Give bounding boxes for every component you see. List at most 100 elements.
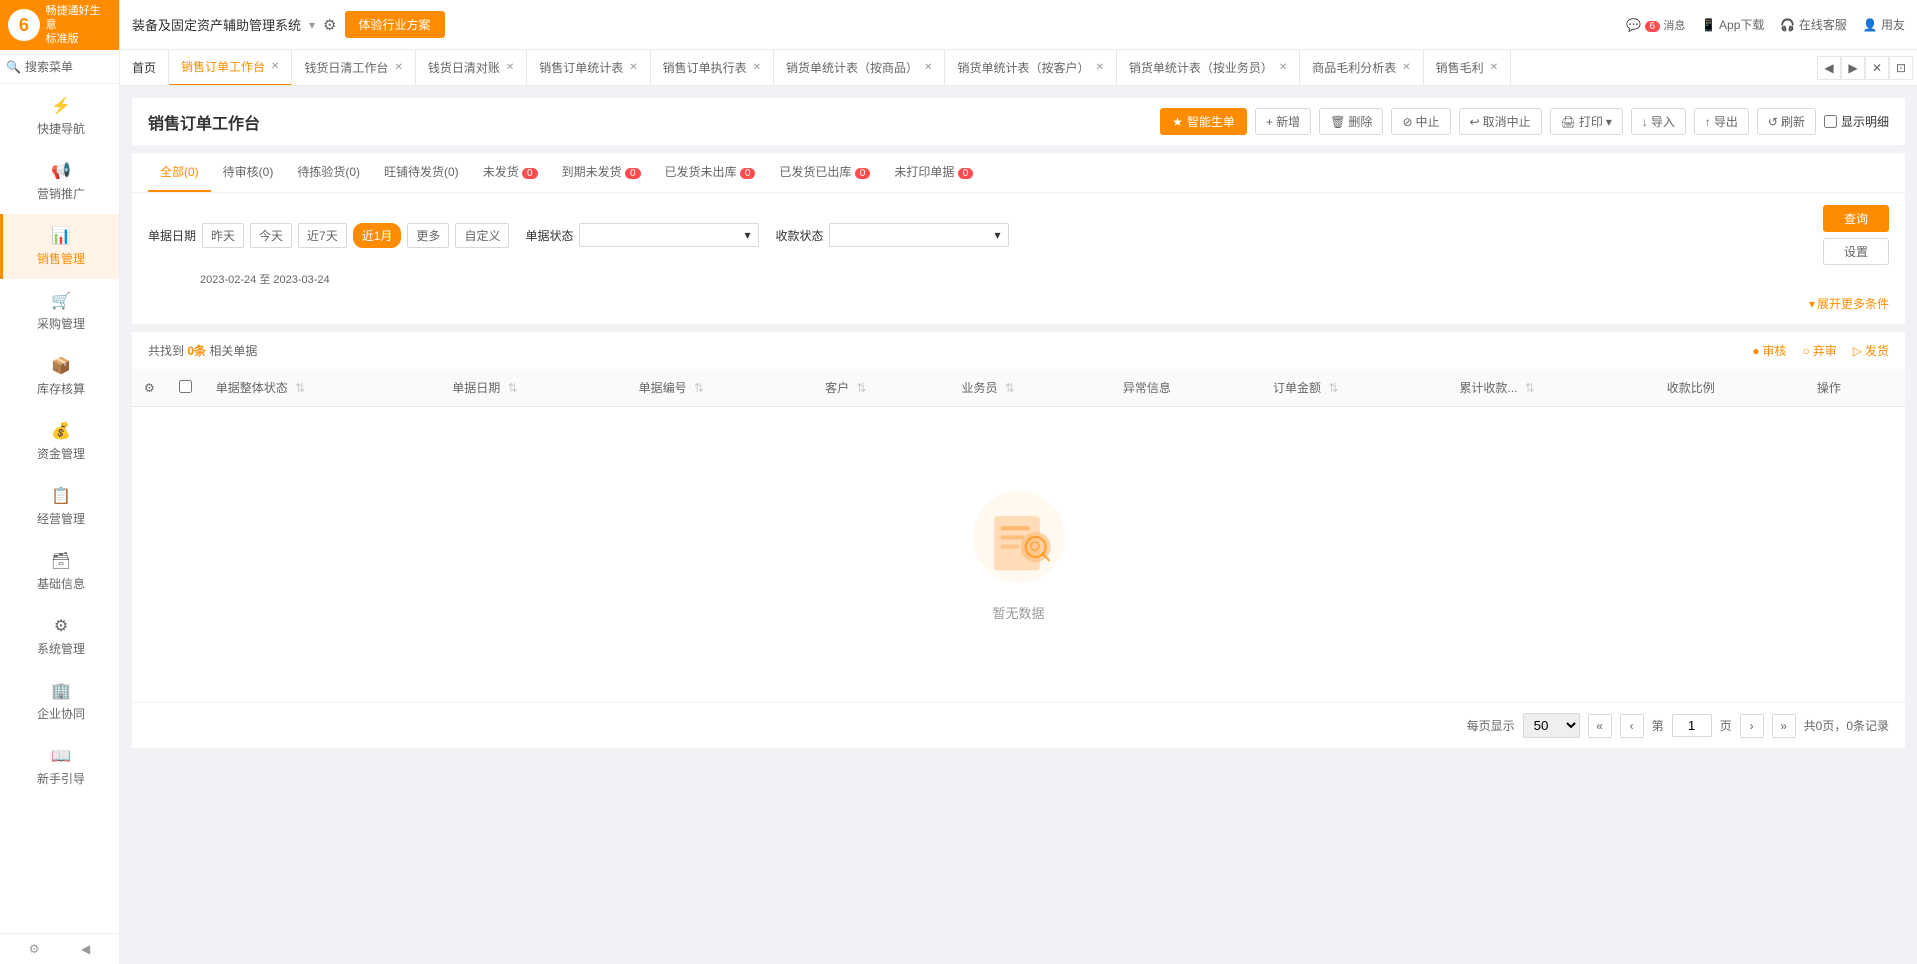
filter-payment-select[interactable]: ▾ [829,223,1009,247]
delete-btn[interactable]: 🗑 删除 [1319,108,1383,135]
online-service-link[interactable]: 🎧 在线客服 [1780,16,1846,33]
tab-maximize[interactable]: ⊡ [1889,56,1913,80]
col-staff[interactable]: 业务员 ⇅ [949,369,1110,407]
sidebar-item-basic-info[interactable]: 🗃 基础信息 [0,539,119,604]
filter-tab-not-printed[interactable]: 未打印单据 0 [882,153,985,192]
per-page-select[interactable]: 50 10 20 100 [1523,713,1580,738]
tab-sales-workbench[interactable]: 销售订单工作台 ✕ [169,50,292,86]
filter-tab-shipped-not-out[interactable]: 已发货未出库 0 [653,153,768,192]
tab-close-unified-staff[interactable]: ✕ [1279,62,1287,73]
batch-cancel-btn[interactable]: ○ 弃审 [1802,342,1836,359]
settings-icon[interactable]: ⚙ [29,942,40,956]
add-btn[interactable]: + 新增 [1255,108,1311,135]
tab-sales-unified-customer[interactable]: 销货单统计表（按客户） ✕ [945,50,1116,86]
filter-date-custom[interactable]: 自定义 [455,223,509,248]
filter-date-yesterday[interactable]: 昨天 [202,223,244,248]
col-status[interactable]: 单据整体状态 ⇅ [204,369,440,407]
sidebar-item-guide[interactable]: 📖 新手引导 [0,734,119,799]
filter-tab-not-shipped[interactable]: 未发货 0 [471,153,550,192]
tabbar: 首页 销售订单工作台 ✕ 钱货日清工作台 ✕ 钱货日清对账 ✕ 销售订单统计表 … [120,50,1917,86]
filter-status-select[interactable]: ▾ [579,223,759,247]
set-btn[interactable]: 设置 [1823,238,1889,265]
tab-sales-unified-staff[interactable]: 销货单统计表（按业务员） ✕ [1117,50,1300,86]
tab-home[interactable]: 首页 [120,50,169,86]
sidebar-item-purchase[interactable]: 🛒 采购管理 [0,279,119,344]
app-download-link[interactable]: 📱 App下载 [1701,16,1764,33]
topbar-settings-icon[interactable]: ⚙ [323,16,336,34]
filter-date-more[interactable]: 更多 [407,223,449,248]
select-all-checkbox[interactable] [179,380,192,393]
smart-btn[interactable]: ★ 智能生单 [1160,108,1247,135]
filter-tab-wangpu[interactable]: 旺铺待发货(0) [372,153,471,192]
sidebar-item-enterprise[interactable]: 🏢 企业协同 [0,669,119,734]
filter-date-7days[interactable]: 近7天 [298,223,347,248]
user-menu[interactable]: 👤 用友 [1863,16,1905,33]
basic-info-icon: 🗃 [51,551,71,571]
show-detail-checkbox[interactable] [1824,115,1837,128]
message-icon[interactable]: 💬 6 消息 [1626,17,1685,33]
refresh-btn[interactable]: ↺ 刷新 [1757,108,1816,135]
page-input[interactable] [1672,714,1712,737]
sidebar-item-quick-nav[interactable]: ⚡ 快捷导航 [0,84,119,149]
cancel-stop-btn[interactable]: ↩ 取消中止 [1459,108,1542,135]
badge-not-shipped: 0 [522,168,538,179]
trial-btn[interactable]: 体验行业方案 [345,11,445,38]
last-page-btn[interactable]: » [1772,714,1796,738]
tab-sales-exec[interactable]: 销售订单执行表 ✕ [651,50,774,86]
tab-close-cash-reconcile[interactable]: ✕ [506,62,514,73]
sidebar-search[interactable]: 🔍 搜索菜单 [0,50,119,84]
tab-cash-reconcile[interactable]: 钱货日清对账 ✕ [416,50,527,86]
col-customer[interactable]: 客户 ⇅ [813,369,949,407]
prev-page-btn[interactable]: ‹ [1620,714,1644,738]
show-detail-toggle[interactable]: 显示明细 [1824,113,1889,130]
tab-sales-profit[interactable]: 销售毛利 ✕ [1424,50,1511,86]
topbar-dropdown-icon[interactable]: ▾ [309,18,315,32]
tab-close-sales-exec[interactable]: ✕ [753,62,761,73]
sidebar-item-sales[interactable]: 📊 销售管理 [0,214,119,279]
col-number[interactable]: 单据编号 ⇅ [627,369,813,407]
filter-tab-pending-review[interactable]: 待审核(0) [211,153,286,192]
col-date[interactable]: 单据日期 ⇅ [440,369,626,407]
batch-review-btn[interactable]: ● 审核 [1752,342,1786,359]
col-amount[interactable]: 订单金额 ⇅ [1261,369,1447,407]
filter-tab-shipped-out[interactable]: 已发货已出库 0 [767,153,882,192]
page-header: 销售订单工作台 ★ 智能生单 + 新增 🗑 删除 ⊘ 中止 ↩ 取消中止 [132,98,1905,145]
import-btn[interactable]: ↓ 导入 [1631,108,1686,135]
col-settings[interactable]: ⚙ [132,369,167,407]
next-page-btn[interactable]: › [1740,714,1764,738]
col-checkbox[interactable] [167,369,204,407]
tab-close-current[interactable]: ✕ [1865,56,1889,80]
tab-close-sales-profit[interactable]: ✕ [1490,62,1498,73]
filter-tab-pending-inspect[interactable]: 待拣验货(0) [285,153,372,192]
col-collected[interactable]: 累计收款... ⇅ [1447,369,1654,407]
tab-sales-stats[interactable]: 销售订单统计表 ✕ [527,50,650,86]
print-btn[interactable]: 🖨 打印 ▾ [1550,108,1623,135]
tab-close-product-margin[interactable]: ✕ [1402,62,1410,73]
collapse-icon[interactable]: ◀ [81,942,90,956]
sidebar-item-marketing[interactable]: 📢 营销推广 [0,149,119,214]
filter-tab-all[interactable]: 全部(0) [148,153,211,192]
tab-cash-daily[interactable]: 钱货日清工作台 ✕ [292,50,415,86]
tab-scroll-left[interactable]: ◀ [1817,56,1841,80]
tab-close-sales-workbench[interactable]: ✕ [271,61,279,72]
sidebar-item-system[interactable]: ⚙ 系统管理 [0,604,119,669]
filter-date-1month[interactable]: 近1月 [353,223,402,248]
sidebar-item-inventory[interactable]: 📦 库存核算 [0,344,119,409]
tab-product-margin[interactable]: 商品毛利分析表 ✕ [1300,50,1423,86]
sidebar-item-finance[interactable]: 💰 资金管理 [0,409,119,474]
tab-sales-unified-product[interactable]: 销货单统计表（按商品） ✕ [774,50,945,86]
export-btn[interactable]: ↑ 导出 [1694,108,1749,135]
filter-date-today[interactable]: 今天 [250,223,292,248]
tab-close-cash-daily[interactable]: ✕ [394,62,402,73]
first-page-btn[interactable]: « [1588,714,1612,738]
batch-ship-btn[interactable]: ▷ 发货 [1853,342,1889,359]
tab-close-sales-stats[interactable]: ✕ [629,62,637,73]
filter-expand-btn[interactable]: ▾ 展开更多条件 [1809,295,1889,312]
sidebar-item-operation[interactable]: 📋 经营管理 [0,474,119,539]
tab-scroll-right[interactable]: ▶ [1841,56,1865,80]
tab-close-unified-customer[interactable]: ✕ [1095,62,1103,73]
stop-btn[interactable]: ⊘ 中止 [1391,108,1450,135]
query-btn[interactable]: 查询 [1823,205,1889,232]
tab-close-unified-product[interactable]: ✕ [924,62,932,73]
filter-tab-overdue[interactable]: 到期未发货 0 [550,153,653,192]
